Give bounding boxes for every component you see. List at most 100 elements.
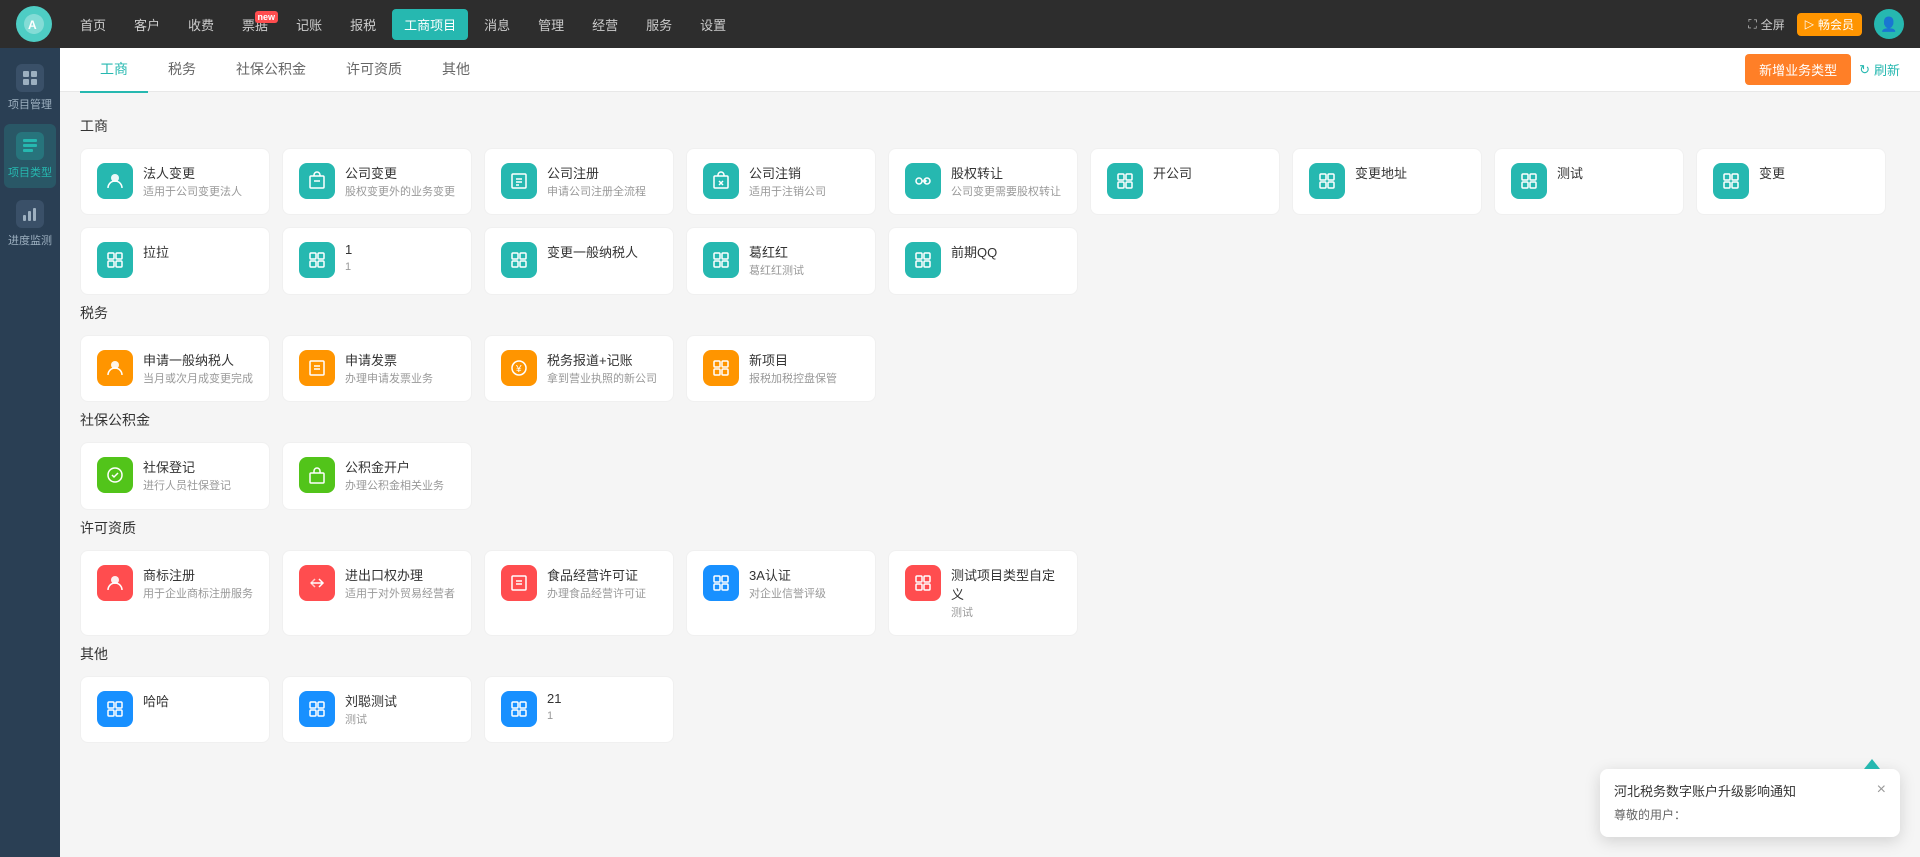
- sidebar-item-project-type[interactable]: 项目类型: [4, 124, 56, 188]
- card-info: 变更一般纳税人: [547, 242, 657, 264]
- notification-popup: 河北税务数字账户升级影响通知 × 尊敬的用户：: [1600, 769, 1900, 837]
- add-type-button[interactable]: 新增业务类型: [1745, 54, 1851, 85]
- card-desc: 1: [345, 260, 455, 275]
- card-lala[interactable]: 拉拉: [80, 227, 270, 294]
- card-change-address[interactable]: 变更地址: [1292, 148, 1482, 215]
- refresh-button[interactable]: ↻ 刷新: [1859, 60, 1900, 79]
- notification-header: 河北税务数字账户升级影响通知 ×: [1614, 781, 1886, 800]
- card-icon-import-export: [299, 565, 335, 601]
- card-apply-invoice[interactable]: 申请发票 办理申请发票业务: [282, 335, 472, 402]
- card-info: 申请发票 办理申请发票业务: [345, 350, 455, 387]
- card-change2[interactable]: 变更: [1696, 148, 1886, 215]
- card-name: 申请一般纳税人: [143, 350, 253, 369]
- card-icon-test-type: [905, 565, 941, 601]
- progress-icon: [16, 200, 44, 228]
- card-company-change[interactable]: 公司变更 股权变更外的业务变更: [282, 148, 472, 215]
- card-equity-transfer[interactable]: 股权转让 公司变更需要股权转让: [888, 148, 1078, 215]
- card-trademark[interactable]: 商标注册 用于企业商标注册服务: [80, 550, 270, 636]
- section-title-other: 其他: [80, 644, 1900, 664]
- card-info: 公积金开户 办理公积金相关业务: [345, 457, 455, 494]
- card-desc: 测试: [345, 713, 455, 728]
- nav-admin[interactable]: 管理: [526, 9, 576, 40]
- nav-home[interactable]: 首页: [68, 9, 118, 40]
- card-legal-change[interactable]: 法人变更 适用于公司变更法人: [80, 148, 270, 215]
- card-icon-test: [1511, 163, 1547, 199]
- card-new-project[interactable]: 新项目 报税加税控盘保管: [686, 335, 876, 402]
- fullscreen-btn[interactable]: ⛶ 全屏: [1748, 16, 1784, 33]
- card-liucong[interactable]: 刘聪测试 测试: [282, 676, 472, 743]
- card-apply-tax[interactable]: 申请一般纳税人 当月或次月成变更完成: [80, 335, 270, 402]
- card-icon-equity: [905, 163, 941, 199]
- card-name: 刘聪测试: [345, 691, 455, 710]
- card-import-export[interactable]: 进出口权办理 适用于对外贸易经营者: [282, 550, 472, 636]
- card-icon-apply-tax: [97, 350, 133, 386]
- section-title-license: 许可资质: [80, 518, 1900, 538]
- card-qq[interactable]: 前期QQ: [888, 227, 1078, 294]
- card-info: 食品经营许可证 办理食品经营许可证: [547, 565, 657, 602]
- card-name: 税务报道+记账: [547, 350, 657, 369]
- card-info: 公司注册 申请公司注册全流程: [547, 163, 657, 200]
- card-change-tax[interactable]: 变更一般纳税人: [484, 227, 674, 294]
- card-desc: 对企业信誉评级: [749, 587, 859, 602]
- card-icon-lala: [97, 242, 133, 278]
- card-desc: 当月或次月成变更完成: [143, 372, 253, 387]
- card-desc: 葛红红测试: [749, 264, 859, 279]
- nav-message[interactable]: 消息: [472, 9, 522, 40]
- card-icon-cancel: [703, 163, 739, 199]
- sidebar-item-project-manage[interactable]: 项目管理: [4, 56, 56, 120]
- card-open-company[interactable]: 开公司: [1090, 148, 1280, 215]
- nav-service[interactable]: 服务: [634, 9, 684, 40]
- tab-tax[interactable]: 税务: [148, 47, 216, 93]
- card-company-register[interactable]: 公司注册 申请公司注册全流程: [484, 148, 674, 215]
- card-icon-invoice: [299, 350, 335, 386]
- sidebar: 项目管理 项目类型 进度监测: [0, 48, 60, 857]
- card-name: 测试: [1557, 163, 1667, 182]
- tab-social[interactable]: 社保公积金: [216, 47, 326, 93]
- tab-other[interactable]: 其他: [422, 47, 490, 93]
- card-info: 拉拉: [143, 242, 253, 264]
- card-info: 葛红红 葛红红测试: [749, 242, 859, 279]
- card-test[interactable]: 测试: [1494, 148, 1684, 215]
- card-21[interactable]: 21 1: [484, 676, 674, 743]
- card-info: 前期QQ: [951, 242, 1061, 264]
- card-provident-fund[interactable]: 公积金开户 办理公积金相关业务: [282, 442, 472, 509]
- card-info: 税务报道+记账 拿到营业执照的新公司: [547, 350, 657, 387]
- card-company-cancel[interactable]: 公司注销 适用于注销公司: [686, 148, 876, 215]
- card-info: 21 1: [547, 691, 657, 724]
- card-name: 公司注销: [749, 163, 859, 182]
- play-icon: ▷: [1805, 17, 1814, 31]
- card-name: 进出口权办理: [345, 565, 455, 584]
- card-test-type[interactable]: 测试项目类型自定义 测试: [888, 550, 1078, 636]
- tab-license[interactable]: 许可资质: [326, 47, 422, 93]
- card-1[interactable]: 1 1: [282, 227, 472, 294]
- notification-close-btn[interactable]: ×: [1877, 782, 1886, 798]
- nav-settings[interactable]: 设置: [688, 9, 738, 40]
- card-gehonghong[interactable]: 葛红红 葛红红测试: [686, 227, 876, 294]
- card-desc: 测试: [951, 606, 1061, 621]
- project-manage-icon: [16, 64, 44, 92]
- card-name: 公司变更: [345, 163, 455, 182]
- nav-client[interactable]: 客户: [122, 9, 172, 40]
- nav-fee[interactable]: 收费: [176, 9, 226, 40]
- nav-ticket[interactable]: 票据 new: [230, 9, 280, 40]
- user-avatar[interactable]: 👤: [1874, 9, 1904, 39]
- nav-tax[interactable]: 报税: [338, 9, 388, 40]
- card-icon-qq: [905, 242, 941, 278]
- member-btn[interactable]: ▷ 畅会员: [1797, 13, 1862, 36]
- nav-operation[interactable]: 经营: [580, 9, 630, 40]
- card-info: 股权转让 公司变更需要股权转让: [951, 163, 1061, 200]
- sidebar-item-progress[interactable]: 进度监测: [4, 192, 56, 256]
- card-food-license[interactable]: 食品经营许可证 办理食品经营许可证: [484, 550, 674, 636]
- card-name: 申请发票: [345, 350, 455, 369]
- nav-bookkeeping[interactable]: 记账: [284, 9, 334, 40]
- card-icon-social: [97, 457, 133, 493]
- card-info: 变更: [1759, 163, 1869, 185]
- card-haha[interactable]: 哈哈: [80, 676, 270, 743]
- card-desc: 用于企业商标注册服务: [143, 587, 253, 602]
- card-social-security[interactable]: 社保登记 进行人员社保登记: [80, 442, 270, 509]
- card-info: 社保登记 进行人员社保登记: [143, 457, 253, 494]
- tab-business[interactable]: 工商: [80, 47, 148, 93]
- card-3a[interactable]: 3A认证 对企业信誉评级: [686, 550, 876, 636]
- nav-business[interactable]: 工商项目: [392, 9, 468, 40]
- card-tax-report[interactable]: ¥ 税务报道+记账 拿到营业执照的新公司: [484, 335, 674, 402]
